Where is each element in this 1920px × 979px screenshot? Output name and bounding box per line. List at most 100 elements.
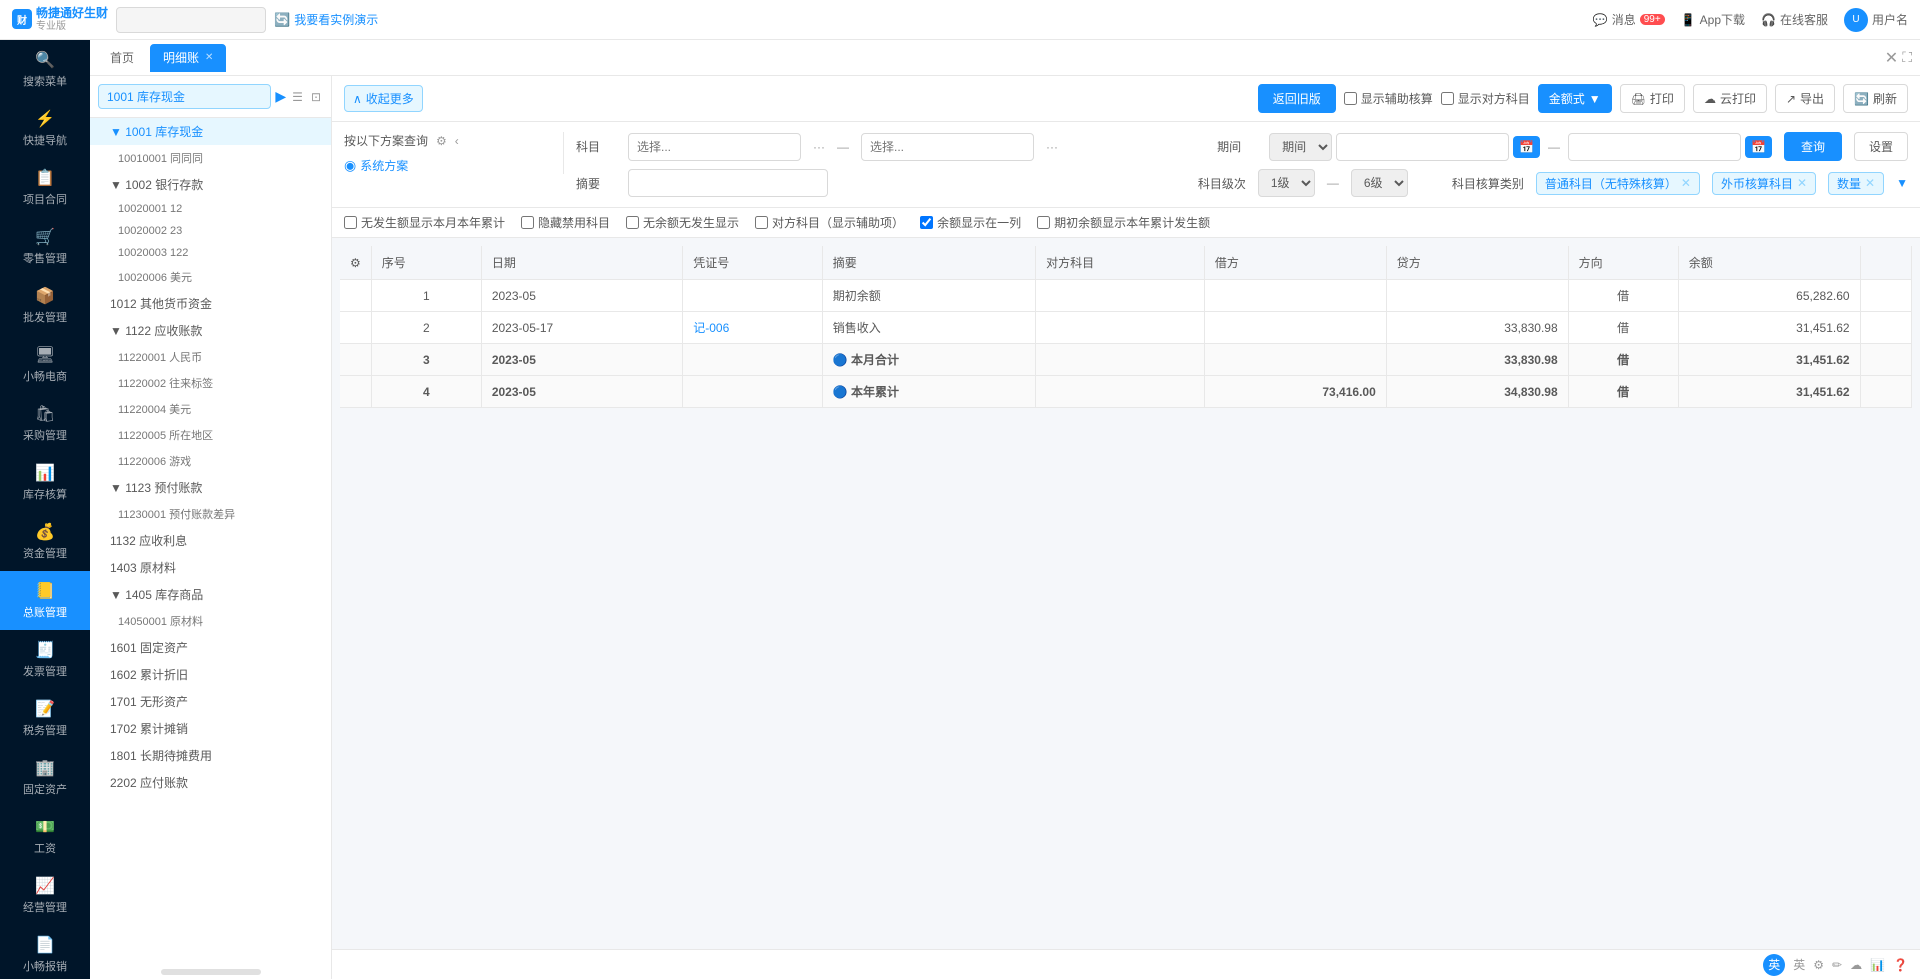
category-more-icon[interactable]: ▼: [1896, 176, 1908, 190]
notifications-btn[interactable]: 💬 消息 99+: [1593, 11, 1665, 28]
btn-return-old[interactable]: 返回旧版: [1258, 84, 1336, 113]
tree-item-10020003[interactable]: 10020003 122: [90, 242, 331, 264]
sidebar-item-purchase[interactable]: 🛍 采购管理: [0, 394, 90, 453]
sidebar-item-operations[interactable]: 📈 经营管理: [0, 866, 90, 925]
opt-opposite[interactable]: [755, 216, 768, 229]
tag-qty-close[interactable]: ✕: [1865, 176, 1875, 190]
btn-print[interactable]: 🖨 打印: [1620, 84, 1685, 113]
tree-item-11220001[interactable]: 11220001 人民币: [90, 344, 331, 370]
tree-item-1702[interactable]: 1702 累计摊销: [90, 715, 331, 742]
tree-item-11220005[interactable]: 11220005 所在地区: [90, 422, 331, 448]
tree-item-10020002[interactable]: 10020002 23: [90, 220, 331, 242]
opt-opposite-label[interactable]: 对方科目（显示辅助项）: [755, 214, 904, 231]
period-type-select[interactable]: 期间: [1269, 133, 1332, 161]
btn-setting[interactable]: 设置: [1854, 132, 1908, 161]
level-end-select[interactable]: 6级: [1351, 169, 1408, 197]
tree-item-10010001[interactable]: 10010001 同同同: [90, 145, 331, 171]
tree-item-10020006[interactable]: 10020006 美元: [90, 264, 331, 290]
user-menu[interactable]: U 用户名: [1844, 8, 1908, 32]
tree-item-11220006[interactable]: 11220006 游戏: [90, 448, 331, 474]
tag-normal-close[interactable]: ✕: [1681, 176, 1691, 190]
opt-no-occurrence[interactable]: [344, 216, 357, 229]
sidebar-item-retail[interactable]: 🛒 零售管理: [0, 217, 90, 276]
window-expand-btn[interactable]: ⛶: [1902, 49, 1912, 66]
subject-input[interactable]: [628, 133, 801, 161]
tag-foreign-close[interactable]: ✕: [1797, 176, 1807, 190]
sidebar-item-project[interactable]: 📋 项目合同: [0, 158, 90, 217]
voucher-link-2[interactable]: 记-006: [693, 321, 729, 335]
sidebar-item-sales[interactable]: 📄 小畅报销: [0, 925, 90, 979]
tree-item-1403[interactable]: 1403 原材料: [90, 554, 331, 581]
summary-input[interactable]: [628, 169, 828, 197]
opt-no-balance[interactable]: [626, 216, 639, 229]
opt-opening-label[interactable]: 期初余额显示本年累计发生额: [1037, 214, 1210, 231]
status-lang-item[interactable]: 英: [1793, 956, 1805, 973]
checkbox-aux-label[interactable]: 显示辅助核算: [1344, 90, 1433, 107]
level-start-select[interactable]: 1级: [1258, 169, 1315, 197]
tree-item-11220002[interactable]: 11220002 往来标签: [90, 370, 331, 396]
col-settings[interactable]: ⚙: [340, 246, 371, 280]
lang-btn[interactable]: 英: [1763, 954, 1785, 976]
tab-mingxi[interactable]: 明细账 ✕: [150, 44, 226, 72]
tree-item-1012[interactable]: 1012 其他货币资金: [90, 290, 331, 317]
period-start-input[interactable]: 2023-05: [1336, 133, 1509, 161]
tree-item-1001[interactable]: ▼ 1001 库存现金: [90, 118, 331, 145]
btn-cloud-print[interactable]: ☁ 云打印: [1693, 84, 1767, 113]
filter-toggle-btn[interactable]: ∧ 收起更多: [344, 85, 423, 112]
opt-hide-disabled[interactable]: [521, 216, 534, 229]
sidebar-item-shortcut[interactable]: ⚡ 快捷导航: [0, 99, 90, 158]
sidebar-item-accounting[interactable]: 📒 总账管理: [0, 571, 90, 630]
tree-item-11220004[interactable]: 11220004 美元: [90, 396, 331, 422]
app-download-btn[interactable]: 📱 App下载: [1681, 11, 1745, 28]
tree-item-1602[interactable]: 1602 累计折旧: [90, 661, 331, 688]
tree-item-1122[interactable]: ▼ 1122 应收账款: [90, 317, 331, 344]
online-service-btn[interactable]: 🎧 在线客服: [1761, 11, 1828, 28]
tree-item-1132[interactable]: 1132 应收利息: [90, 527, 331, 554]
sidebar-item-wholesale[interactable]: 📦 批发管理: [0, 276, 90, 335]
tab-home[interactable]: 首页: [98, 49, 146, 66]
tree-scrollbar[interactable]: [161, 969, 261, 975]
period-calendar-icon[interactable]: 📅: [1513, 136, 1540, 158]
opt-balance-col-label[interactable]: 余额显示在一列: [920, 214, 1021, 231]
demo-link[interactable]: 🔄 我要看实例演示: [274, 11, 378, 28]
subject-end-input[interactable]: [861, 133, 1034, 161]
btn-refresh[interactable]: 🔄 刷新: [1843, 84, 1908, 113]
sidebar-item-tax[interactable]: 📝 税务管理: [0, 689, 90, 748]
status-settings-item[interactable]: ⚙: [1813, 958, 1824, 972]
opt-no-occurrence-label[interactable]: 无发生额显示本月本年累计: [344, 214, 505, 231]
tree-item-11230001[interactable]: 11230001 预付账款差异: [90, 501, 290, 527]
tab-close-icon[interactable]: ✕: [205, 52, 213, 63]
top-search-input[interactable]: [116, 7, 266, 33]
sidebar-item-salary[interactable]: 💵 工资: [0, 807, 90, 866]
btn-amount-type[interactable]: 金额式 ▼: [1538, 84, 1612, 113]
tree-item-10020001[interactable]: 10020001 12: [90, 198, 331, 220]
panel-collapse-icon[interactable]: ⊡: [309, 88, 323, 106]
opt-opening[interactable]: [1037, 216, 1050, 229]
tree-item-14050001[interactable]: 14050001 原材料: [90, 608, 331, 634]
opt-hide-disabled-label[interactable]: 隐藏禁用科目: [521, 214, 610, 231]
panel-list-icon[interactable]: ☰: [290, 88, 305, 106]
sidebar-item-ecommerce[interactable]: 🖥 小畅电商: [0, 335, 90, 394]
period-end-calendar-icon[interactable]: 📅: [1745, 136, 1772, 158]
subject-more-icon[interactable]: ···: [813, 140, 825, 154]
sidebar-item-inventory[interactable]: 📊 库存核算: [0, 453, 90, 512]
tree-item-2202[interactable]: 2202 应付账款: [90, 769, 331, 796]
tree-item-1002[interactable]: ▼ 1002 银行存款: [90, 171, 331, 198]
checkbox-aux[interactable]: [1344, 92, 1357, 105]
tree-item-1405[interactable]: ▼ 1405 库存商品: [90, 581, 331, 608]
btn-export[interactable]: ↗ 导出: [1775, 84, 1835, 113]
period-end-input[interactable]: 2023-05: [1568, 133, 1741, 161]
sidebar-item-assets[interactable]: 🏢 固定资产: [0, 748, 90, 807]
opt-balance-col[interactable]: [920, 216, 933, 229]
tree-item-1123[interactable]: ▼ 1123 预付账款: [90, 474, 331, 501]
tree-item-1801[interactable]: 1801 长期待摊费用: [90, 742, 331, 769]
cell-voucher-2[interactable]: 记-006: [683, 312, 822, 344]
subject-more2-icon[interactable]: ···: [1046, 140, 1058, 154]
nav-right-arrow[interactable]: ▶: [275, 88, 286, 105]
status-chart-item[interactable]: 📊: [1870, 958, 1885, 972]
opt-no-balance-label[interactable]: 无余额无发生显示: [626, 214, 739, 231]
tree-item-1701[interactable]: 1701 无形资产: [90, 688, 331, 715]
sidebar-item-finance[interactable]: 💰 资金管理: [0, 512, 90, 571]
btn-query[interactable]: 查询: [1784, 132, 1842, 161]
scheme-collapse-icon[interactable]: ‹: [455, 134, 459, 148]
